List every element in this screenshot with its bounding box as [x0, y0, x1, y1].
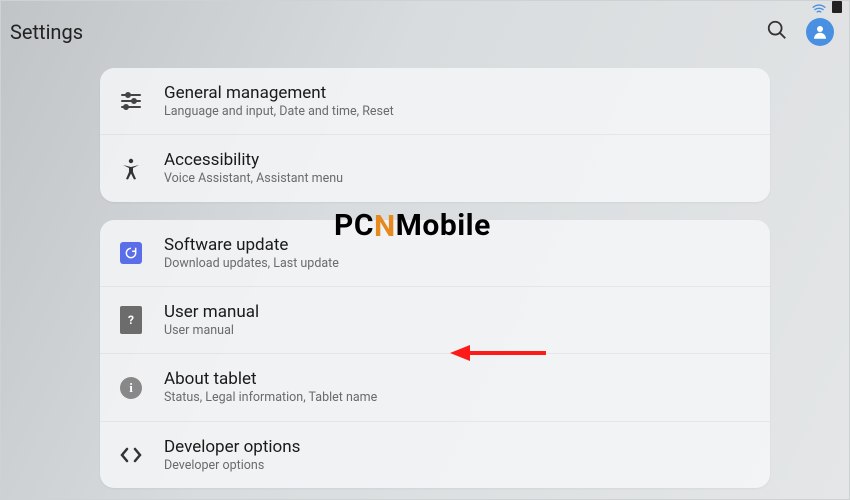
item-accessibility[interactable]: Accessibility Voice Assistant, Assistant…: [100, 134, 770, 201]
item-title: Software update: [164, 234, 339, 256]
item-subtitle: Status, Legal information, Tablet name: [164, 390, 377, 406]
item-title: About tablet: [164, 368, 377, 390]
settings-group: General management Language and input, D…: [100, 68, 770, 202]
page-title: Settings: [10, 20, 83, 44]
profile-avatar[interactable]: [806, 18, 834, 46]
info-icon: i: [116, 373, 146, 403]
watermark: PCNMobile: [334, 208, 491, 243]
code-icon: [116, 440, 146, 470]
item-subtitle: Developer options: [164, 458, 300, 474]
watermark-left: PC: [334, 208, 374, 243]
header-actions: [766, 18, 840, 46]
item-general-management[interactable]: General management Language and input, D…: [100, 68, 770, 134]
settings-group: Software update Download updates, Last u…: [100, 220, 770, 488]
search-icon[interactable]: [766, 19, 788, 45]
annotation-arrow-icon: [448, 342, 548, 364]
header: Settings: [10, 14, 840, 50]
settings-list: General management Language and input, D…: [100, 68, 770, 478]
item-subtitle: User manual: [164, 323, 259, 339]
item-title: Accessibility: [164, 149, 343, 171]
item-about-tablet[interactable]: i About tablet Status, Legal information…: [100, 353, 770, 420]
item-user-manual[interactable]: ? User manual User manual: [100, 286, 770, 353]
accessibility-icon: [116, 154, 146, 184]
item-subtitle: Language and input, Date and time, Reset: [164, 104, 394, 120]
update-icon: [116, 238, 146, 268]
battery-icon: [832, 1, 842, 13]
item-title: User manual: [164, 301, 259, 323]
item-developer-options[interactable]: Developer options Developer options: [100, 421, 770, 488]
watermark-right: Mobile: [396, 208, 491, 243]
status-bar: [812, 0, 850, 14]
item-title: Developer options: [164, 436, 300, 458]
book-icon: ?: [116, 305, 146, 335]
wifi-icon: [812, 1, 826, 13]
item-subtitle: Voice Assistant, Assistant menu: [164, 171, 343, 187]
item-subtitle: Download updates, Last update: [164, 256, 339, 272]
item-title: General management: [164, 82, 394, 104]
watermark-accent: N: [374, 209, 396, 244]
sliders-icon: [116, 86, 146, 116]
